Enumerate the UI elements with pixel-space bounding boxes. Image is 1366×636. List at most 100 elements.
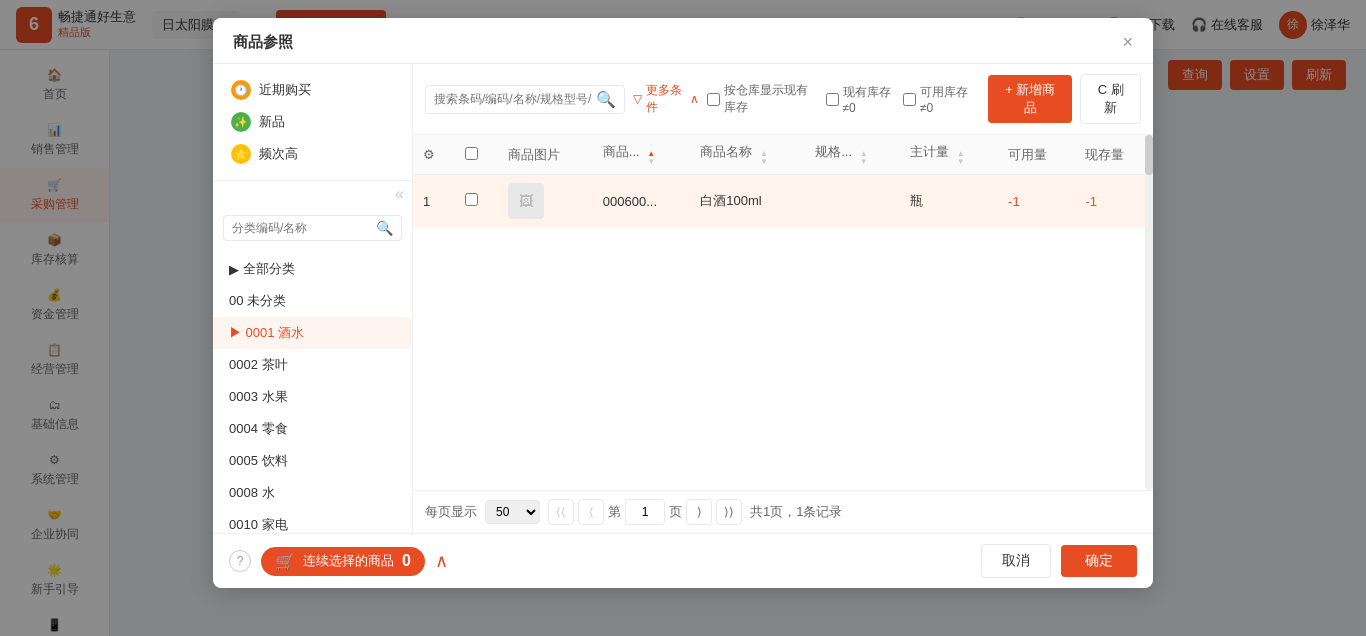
row-index: 1 xyxy=(413,175,455,228)
modal-title: 商品参照 xyxy=(233,33,293,52)
col-stock: 现存量 xyxy=(1075,135,1153,175)
page-label: 第 xyxy=(608,503,621,521)
pagination-bar: 每页显示 50 100 200 ⟨⟨ ⟨ 第 页 xyxy=(413,490,1153,533)
modal-backdrop: 商品参照 × 🕐 近期购买 ✨ xyxy=(0,0,1366,636)
product-table-wrap: ⚙ 商品图片 xyxy=(413,135,1153,490)
category-0008-label: 0008 水 xyxy=(229,485,275,500)
check-available[interactable] xyxy=(903,93,916,106)
col-image-label: 商品图片 xyxy=(508,147,560,162)
quick-links: 🕐 近期购买 ✨ 新品 ⭐ 频次高 xyxy=(213,74,412,181)
help-icon[interactable]: ? xyxy=(229,550,251,572)
cart-count: 0 xyxy=(402,552,411,570)
check-available-wrap: 可用库存≠0 xyxy=(903,84,972,115)
col-unit-label: 主计量 xyxy=(910,144,949,159)
modal-close-button[interactable]: × xyxy=(1122,32,1133,53)
modal-header: 商品参照 × xyxy=(213,18,1153,64)
modal-body: 🕐 近期购买 ✨ 新品 ⭐ 频次高 xyxy=(213,64,1153,533)
category-all[interactable]: ▶ 全部分类 xyxy=(213,253,412,285)
col-unit[interactable]: 主计量 ▲▼ xyxy=(900,135,998,175)
category-0004-label: 0004 零食 xyxy=(229,421,288,436)
col-checkbox xyxy=(455,135,498,175)
row-checkbox xyxy=(455,175,498,228)
col-stock-label: 现存量 xyxy=(1085,147,1124,162)
check-stock[interactable] xyxy=(826,93,839,106)
prev-page-button[interactable]: ⟨ xyxy=(578,499,604,525)
col-gear: ⚙ xyxy=(413,135,455,175)
filter-label: 更多条件 xyxy=(646,82,686,116)
category-0010-label: 0010 家电 xyxy=(229,517,288,532)
table-scrollbar[interactable] xyxy=(1145,135,1153,490)
check-available-label: 可用库存≠0 xyxy=(920,84,972,115)
filter-button[interactable]: ▽ 更多条件 ∧ xyxy=(633,82,699,116)
code-sort-icon: ▲▼ xyxy=(647,150,655,166)
category-0003[interactable]: 0003 水果 xyxy=(213,381,412,413)
category-0002[interactable]: 0002 茶叶 xyxy=(213,349,412,381)
check-stock-label: 现有库存≠0 xyxy=(843,84,895,115)
filter-arrow-icon: ∧ xyxy=(690,92,699,106)
col-available-label: 可用量 xyxy=(1008,147,1047,162)
col-code[interactable]: 商品... ▲▼ xyxy=(593,135,690,175)
category-00-label: 00 未分类 xyxy=(229,293,286,308)
last-page-button[interactable]: ⟩⟩ xyxy=(716,499,742,525)
filter-icon: ▽ xyxy=(633,92,642,106)
all-category-label: 全部分类 xyxy=(243,260,295,278)
page-summary: 共1页，1条记录 xyxy=(750,503,842,521)
right-panel: 🔍 ▽ 更多条件 ∧ 按仓库显示现有库存 xyxy=(413,64,1153,533)
category-0004[interactable]: 0004 零食 xyxy=(213,413,412,445)
left-panel: 🕐 近期购买 ✨ 新品 ⭐ 频次高 xyxy=(213,64,413,533)
star-icon: ⭐ xyxy=(231,144,251,164)
category-search-icon[interactable]: 🔍 xyxy=(376,220,393,236)
table-row[interactable]: 1 🖼 xyxy=(413,175,1153,228)
col-spec[interactable]: 规格... ▲▼ xyxy=(805,135,900,175)
cart-area[interactable]: 🛒 连续选择的商品 0 xyxy=(261,547,425,576)
category-0005-label: 0005 饮料 xyxy=(229,453,288,468)
select-all-checkbox[interactable] xyxy=(465,147,478,160)
product-search-input[interactable] xyxy=(434,92,592,106)
category-00[interactable]: 00 未分类 xyxy=(213,285,412,317)
category-0001[interactable]: ▶ 0001 酒水 xyxy=(213,317,412,349)
unit-sort-icon: ▲▼ xyxy=(957,150,965,166)
collapse-panel-button[interactable]: « xyxy=(395,185,404,203)
cart-icon: 🛒 xyxy=(275,552,295,571)
per-page-select[interactable]: 50 100 200 xyxy=(485,500,540,524)
check-warehouse-wrap: 按仓库显示现有库存 xyxy=(707,82,818,116)
category-0003-label: 0003 水果 xyxy=(229,389,288,404)
table-settings-icon[interactable]: ⚙ xyxy=(423,147,435,162)
cancel-button[interactable]: 取消 xyxy=(981,544,1051,578)
row-stock: -1 xyxy=(1075,175,1153,228)
new-label: 新品 xyxy=(259,113,285,131)
col-spec-label: 规格... xyxy=(815,144,852,159)
content-area: 查询 设置 刷新 商品参照 × xyxy=(110,50,1366,636)
row-select-checkbox[interactable] xyxy=(465,193,478,206)
col-name[interactable]: 商品名称 ▲▼ xyxy=(690,135,805,175)
refresh-button[interactable]: C 刷新 xyxy=(1080,74,1141,124)
page-input[interactable] xyxy=(625,499,665,525)
recent-icon: 🕐 xyxy=(231,80,251,100)
quick-link-frequent[interactable]: ⭐ 频次高 xyxy=(223,138,402,170)
page-suffix: 页 xyxy=(669,503,682,521)
category-0008[interactable]: 0008 水 xyxy=(213,477,412,509)
check-stock-wrap: 现有库存≠0 xyxy=(826,84,895,115)
modal-footer: ? 🛒 连续选择的商品 0 ∧ 取消 确定 xyxy=(213,533,1153,588)
category-0002-label: 0002 茶叶 xyxy=(229,357,288,372)
recent-label: 近期购买 xyxy=(259,81,311,99)
product-search-wrap: 🔍 xyxy=(425,85,625,114)
col-name-label: 商品名称 xyxy=(700,144,752,159)
confirm-button[interactable]: 确定 xyxy=(1061,545,1137,577)
quick-link-new[interactable]: ✨ 新品 xyxy=(223,106,402,138)
category-0010[interactable]: 0010 家电 xyxy=(213,509,412,533)
category-search-box: 🔍 xyxy=(223,215,402,241)
check-warehouse[interactable] xyxy=(707,93,720,106)
main-layout: 🏠 首页 📊 销售管理 🛒 采购管理 📦 库存核算 💰 资金管理 📋 经营管理 … xyxy=(0,50,1366,636)
cart-collapse-icon[interactable]: ∧ xyxy=(435,550,448,572)
quick-link-recent[interactable]: 🕐 近期购买 xyxy=(223,74,402,106)
first-page-button[interactable]: ⟨⟨ xyxy=(548,499,574,525)
next-page-button[interactable]: ⟩ xyxy=(686,499,712,525)
category-search-input[interactable] xyxy=(232,221,372,235)
add-product-button[interactable]: + 新增商品 xyxy=(988,75,1072,123)
product-search-icon[interactable]: 🔍 xyxy=(596,90,616,109)
row-code: 000600... xyxy=(593,175,690,228)
category-0005[interactable]: 0005 饮料 xyxy=(213,445,412,477)
all-category-arrow-icon: ▶ xyxy=(229,262,239,277)
product-reference-modal: 商品参照 × 🕐 近期购买 ✨ xyxy=(213,18,1153,588)
